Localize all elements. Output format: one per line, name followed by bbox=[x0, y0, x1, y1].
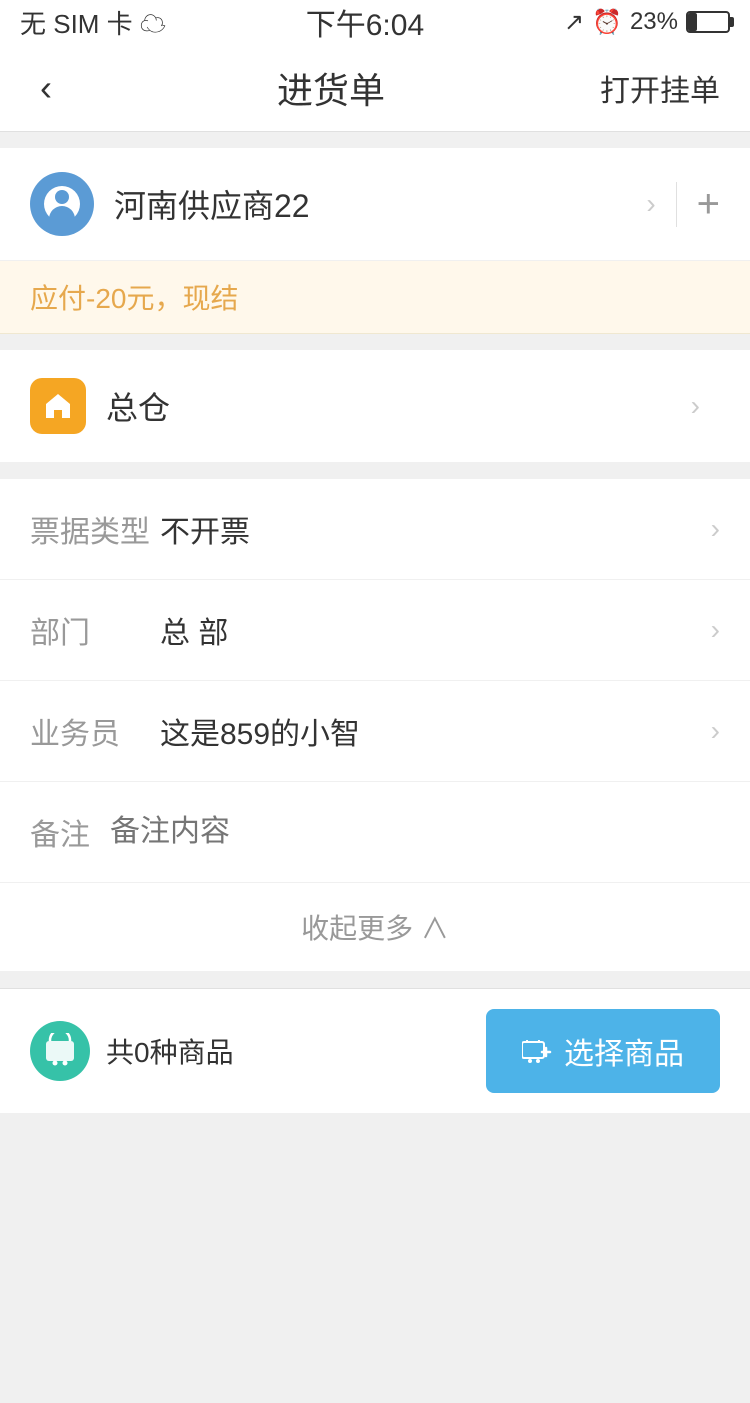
collapse-label: 收起更多 ∧ bbox=[301, 913, 449, 944]
department-value: 总 部 bbox=[160, 608, 711, 652]
warehouse-chevron-icon: › bbox=[691, 390, 700, 422]
bottom-bar: 共0种商品 选择商品 bbox=[0, 988, 750, 1113]
form-fields-section: 票据类型 不开票 › 部门 总 部 › 业务员 这是859的小智 › 备注 收起… bbox=[0, 479, 750, 972]
supplier-section: 河南供应商22 › + 应付-20元，现结 bbox=[0, 148, 750, 334]
department-row[interactable]: 部门 总 部 › bbox=[0, 580, 750, 681]
remarks-row: 备注 bbox=[0, 782, 750, 883]
mid-divider-1 bbox=[0, 334, 750, 350]
open-pending-button[interactable]: 打开挂单 bbox=[600, 66, 720, 110]
select-product-button[interactable]: 选择商品 bbox=[486, 1009, 720, 1093]
salesperson-row[interactable]: 业务员 这是859的小智 › bbox=[0, 681, 750, 782]
empty-space bbox=[0, 1113, 750, 1403]
status-network: 无 SIM 卡 ☁ bbox=[20, 4, 166, 41]
status-bar: 无 SIM 卡 ☁ 下午6:04 ↗ ⏰ 23% bbox=[0, 0, 750, 44]
warehouse-icon-wrapper bbox=[30, 378, 86, 434]
warehouse-icon bbox=[42, 390, 74, 422]
cart-icon bbox=[42, 1033, 78, 1069]
salesperson-label: 业务员 bbox=[30, 709, 160, 753]
nav-bar: ‹ 进货单 打开挂单 bbox=[0, 44, 750, 132]
warehouse-row[interactable]: 总仓 › bbox=[0, 350, 750, 463]
notice-banner: 应付-20元，现结 bbox=[0, 261, 750, 334]
page-title: 进货单 bbox=[277, 62, 385, 114]
mid-divider-2 bbox=[0, 463, 750, 479]
supplier-avatar bbox=[30, 172, 94, 236]
supplier-row[interactable]: 河南供应商22 › + bbox=[0, 148, 750, 261]
salesperson-value: 这是859的小智 bbox=[160, 709, 711, 753]
ticket-type-value: 不开票 bbox=[160, 507, 711, 551]
select-product-icon bbox=[522, 1034, 552, 1068]
bottom-divider bbox=[0, 972, 750, 988]
remarks-input[interactable] bbox=[110, 815, 720, 849]
supplier-name: 河南供应商22 bbox=[114, 181, 646, 227]
select-product-label: 选择商品 bbox=[564, 1029, 684, 1073]
avatar-inner bbox=[44, 186, 80, 222]
salesperson-chevron-icon: › bbox=[711, 715, 720, 747]
add-supplier-button[interactable]: + bbox=[676, 182, 720, 227]
ticket-type-row[interactable]: 票据类型 不开票 › bbox=[0, 479, 750, 580]
department-chevron-icon: › bbox=[711, 614, 720, 646]
ticket-type-chevron-icon: › bbox=[711, 513, 720, 545]
supplier-chevron-icon: › bbox=[646, 188, 655, 220]
status-right: ↗ ⏰ 23% bbox=[564, 8, 730, 37]
notice-text: 应付-20元，现结 bbox=[30, 283, 238, 314]
alarm-icon: ⏰ bbox=[592, 8, 622, 37]
location-icon: ↗ bbox=[564, 8, 584, 37]
product-count-label: 共0种商品 bbox=[106, 1031, 486, 1071]
battery-icon bbox=[686, 11, 730, 33]
collapse-button[interactable]: 收起更多 ∧ bbox=[0, 883, 750, 972]
top-divider bbox=[0, 132, 750, 148]
back-button[interactable]: ‹ bbox=[30, 57, 62, 119]
battery-percent: 23% bbox=[630, 8, 678, 36]
status-time: 下午6:04 bbox=[306, 0, 424, 44]
department-label: 部门 bbox=[30, 608, 160, 652]
product-count-icon-wrapper bbox=[30, 1021, 90, 1081]
ticket-type-label: 票据类型 bbox=[30, 507, 160, 551]
warehouse-label: 总仓 bbox=[106, 383, 691, 429]
remarks-label: 备注 bbox=[30, 810, 110, 854]
